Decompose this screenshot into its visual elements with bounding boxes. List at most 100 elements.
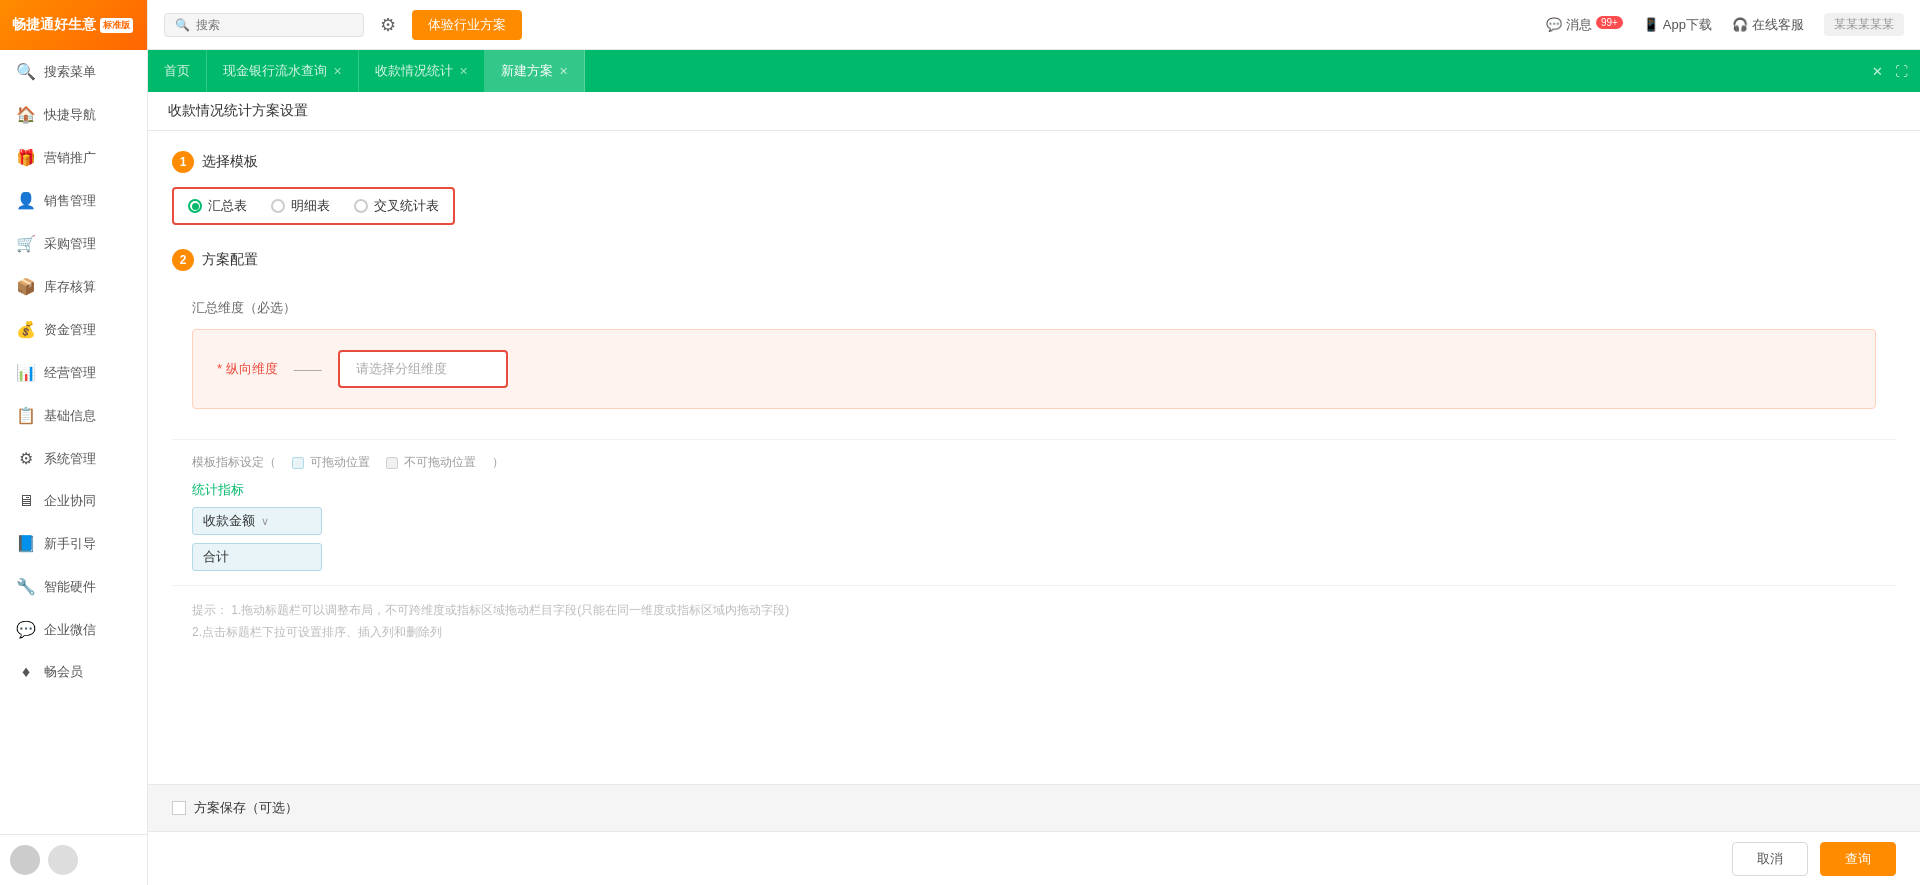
sidebar-item-marketing[interactable]: 🎁 营销推广: [0, 136, 147, 179]
sidebar-item-inventory[interactable]: 📦 库存核算: [0, 265, 147, 308]
app-download-label: App下载: [1663, 16, 1712, 34]
template-radio-group: 汇总表 明细表 交叉统计表: [172, 187, 455, 225]
radio-cross[interactable]: 交叉统计表: [354, 197, 439, 215]
section2-title: 2 方案配置: [172, 249, 1896, 271]
section2-num: 2: [172, 249, 194, 271]
dimension-row-label: * 纵向维度: [217, 360, 278, 378]
query-button[interactable]: 查询: [1820, 842, 1896, 876]
search-input[interactable]: [196, 18, 336, 32]
tab-close-new-plan[interactable]: ✕: [559, 65, 568, 78]
radio-detail[interactable]: 明细表: [271, 197, 330, 215]
expand-window-icon[interactable]: ⛶: [1895, 64, 1908, 79]
dimension-select[interactable]: 请选择分组维度: [338, 350, 508, 388]
tab-payment-stats[interactable]: 收款情况统计 ✕: [359, 50, 485, 92]
sidebar-icon-enterprise-wechat: 💬: [16, 620, 36, 639]
section1-label: 选择模板: [202, 153, 258, 171]
sidebar-item-basic-info[interactable]: 📋 基础信息: [0, 394, 147, 437]
sidebar-icon-sales: 👤: [16, 191, 36, 210]
radio-circle-detail: [271, 199, 285, 213]
topbar-right: 💬 消息 99+ 📱 App下载 🎧 在线客服 某某某某某: [1546, 13, 1904, 36]
tab-label-payment-stats: 收款情况统计: [375, 62, 453, 80]
hint-text: 2.点击标题栏下拉可设置排序、插入列和删除列: [192, 622, 1876, 644]
metric-tag-amount[interactable]: 收款金额 ∨: [192, 507, 322, 535]
sidebar-icon-basic-info: 📋: [16, 406, 36, 425]
sidebar-item-system[interactable]: ⚙ 系统管理: [0, 437, 147, 480]
tab-home[interactable]: 首页: [148, 50, 207, 92]
sidebar-label-system: 系统管理: [44, 450, 96, 468]
tab-new-plan[interactable]: 新建方案 ✕: [485, 50, 585, 92]
radio-label-cross: 交叉统计表: [374, 197, 439, 215]
sidebar-label-purchase: 采购管理: [44, 235, 96, 253]
tab-bank-flow[interactable]: 现金银行流水查询✕: [207, 50, 359, 92]
dimension-section-title: 汇总维度（必选）: [192, 299, 1876, 317]
sidebar-label-smart-hardware: 智能硬件: [44, 578, 96, 596]
chevron-icon: ∨: [261, 515, 269, 528]
fixed-dot: [386, 457, 398, 469]
avatar2: [48, 845, 78, 875]
main-area: 🔍 ⚙ 体验行业方案 💬 消息 99+ 📱 App下载 🎧 在线客服 某某某某某…: [148, 0, 1920, 885]
sidebar-item-finance[interactable]: 💰 资金管理: [0, 308, 147, 351]
metric-tag-label: 收款金额: [203, 512, 255, 530]
sidebar-label-beginner: 新手引导: [44, 535, 96, 553]
sidebar-item-vip-member[interactable]: ♦ 畅会员: [0, 651, 147, 693]
sidebar-item-enterprise-wechat[interactable]: 💬 企业微信: [0, 608, 147, 651]
sidebar-icon-beginner: 📘: [16, 534, 36, 553]
legend-fixed: 不可拖动位置: [386, 454, 476, 471]
username-display: 某某某某某: [1824, 13, 1904, 36]
sidebar-label-inventory: 库存核算: [44, 278, 96, 296]
logo-text: 畅捷通好生意: [12, 16, 96, 34]
sidebar-item-quick-nav[interactable]: 🏠 快捷导航: [0, 93, 147, 136]
app-download-item[interactable]: 📱 App下载: [1643, 16, 1712, 34]
sidebar-label-enterprise-wechat: 企业微信: [44, 621, 96, 639]
dimension-arrow: ——: [294, 361, 322, 377]
form-area: 1 选择模板 汇总表 明细表 交叉统计表 2 方案配置 汇总维度（必选） *: [148, 131, 1920, 784]
message-icon: 💬: [1546, 17, 1562, 32]
sidebar-icon-vip-member: ♦: [16, 663, 36, 681]
notification-item[interactable]: 💬 消息 99+: [1546, 16, 1623, 34]
sidebar-item-sales[interactable]: 👤 销售管理: [0, 179, 147, 222]
metrics-header: 模板指标设定（ 可拖动位置 不可拖动位置 ）: [192, 454, 1876, 471]
sidebar-item-operations[interactable]: 📊 经营管理: [0, 351, 147, 394]
movable-dot: [292, 457, 304, 469]
sidebar-logo: 畅捷通好生意 标准版: [0, 0, 147, 50]
section1-num: 1: [172, 151, 194, 173]
tab-label-new-plan: 新建方案: [501, 62, 553, 80]
save-checkbox[interactable]: [172, 801, 186, 815]
online-service-label: 在线客服: [1752, 16, 1804, 34]
legend-movable: 可拖动位置: [292, 454, 370, 471]
sidebar-label-search-menu: 搜索菜单: [44, 63, 96, 81]
tab-close-bank-flow[interactable]: ✕: [333, 65, 342, 78]
page-header: 收款情况统计方案设置: [148, 92, 1920, 131]
notification-badge: 99+: [1596, 16, 1623, 29]
dimension-subsection: 汇总维度（必选） * 纵向维度 —— 请选择分组维度: [172, 285, 1896, 439]
sidebar-icon-operations: 📊: [16, 363, 36, 382]
tabbar-actions: ✕ ⛶: [1860, 50, 1920, 92]
radio-label-detail: 明细表: [291, 197, 330, 215]
settings-icon[interactable]: ⚙: [380, 14, 396, 36]
sidebar-icon-smart-hardware: 🔧: [16, 577, 36, 596]
cancel-button[interactable]: 取消: [1732, 842, 1808, 876]
sidebar-label-sales: 销售管理: [44, 192, 96, 210]
sidebar-label-operations: 经营管理: [44, 364, 96, 382]
sidebar-item-search-menu[interactable]: 🔍 搜索菜单: [0, 50, 147, 93]
tab-close-payment-stats[interactable]: ✕: [459, 65, 468, 78]
sidebar-item-smart-hardware[interactable]: 🔧 智能硬件: [0, 565, 147, 608]
avatar: [10, 845, 40, 875]
sidebar-icon-search-menu: 🔍: [16, 62, 36, 81]
metric-sum: 合计: [192, 543, 322, 571]
sidebar-item-enterprise-coop[interactable]: 🖥 企业协同: [0, 480, 147, 522]
sidebar: 畅捷通好生意 标准版 🔍 搜索菜单🏠 快捷导航🎁 营销推广👤 销售管理🛒 采购管…: [0, 0, 148, 885]
sidebar-label-quick-nav: 快捷导航: [44, 106, 96, 124]
sidebar-item-beginner[interactable]: 📘 新手引导: [0, 522, 147, 565]
hint-text: 提示： 1.拖动标题栏可以调整布局，不可跨维度或指标区域拖动栏目字段(只能在同一…: [192, 600, 1876, 622]
close-window-icon[interactable]: ✕: [1872, 64, 1883, 79]
legend-fixed-label: 不可拖动位置: [404, 454, 476, 471]
radio-label-summary: 汇总表: [208, 197, 247, 215]
online-service-item[interactable]: 🎧 在线客服: [1732, 16, 1804, 34]
dimension-area: * 纵向维度 —— 请选择分组维度: [192, 329, 1876, 409]
trial-button[interactable]: 体验行业方案: [412, 10, 522, 40]
sidebar-item-purchase[interactable]: 🛒 采购管理: [0, 222, 147, 265]
radio-summary[interactable]: 汇总表: [188, 197, 247, 215]
tabbar: 首页现金银行流水查询✕ 收款情况统计 ✕ 新建方案 ✕ ✕ ⛶: [148, 50, 1920, 92]
search-box[interactable]: 🔍: [164, 13, 364, 37]
